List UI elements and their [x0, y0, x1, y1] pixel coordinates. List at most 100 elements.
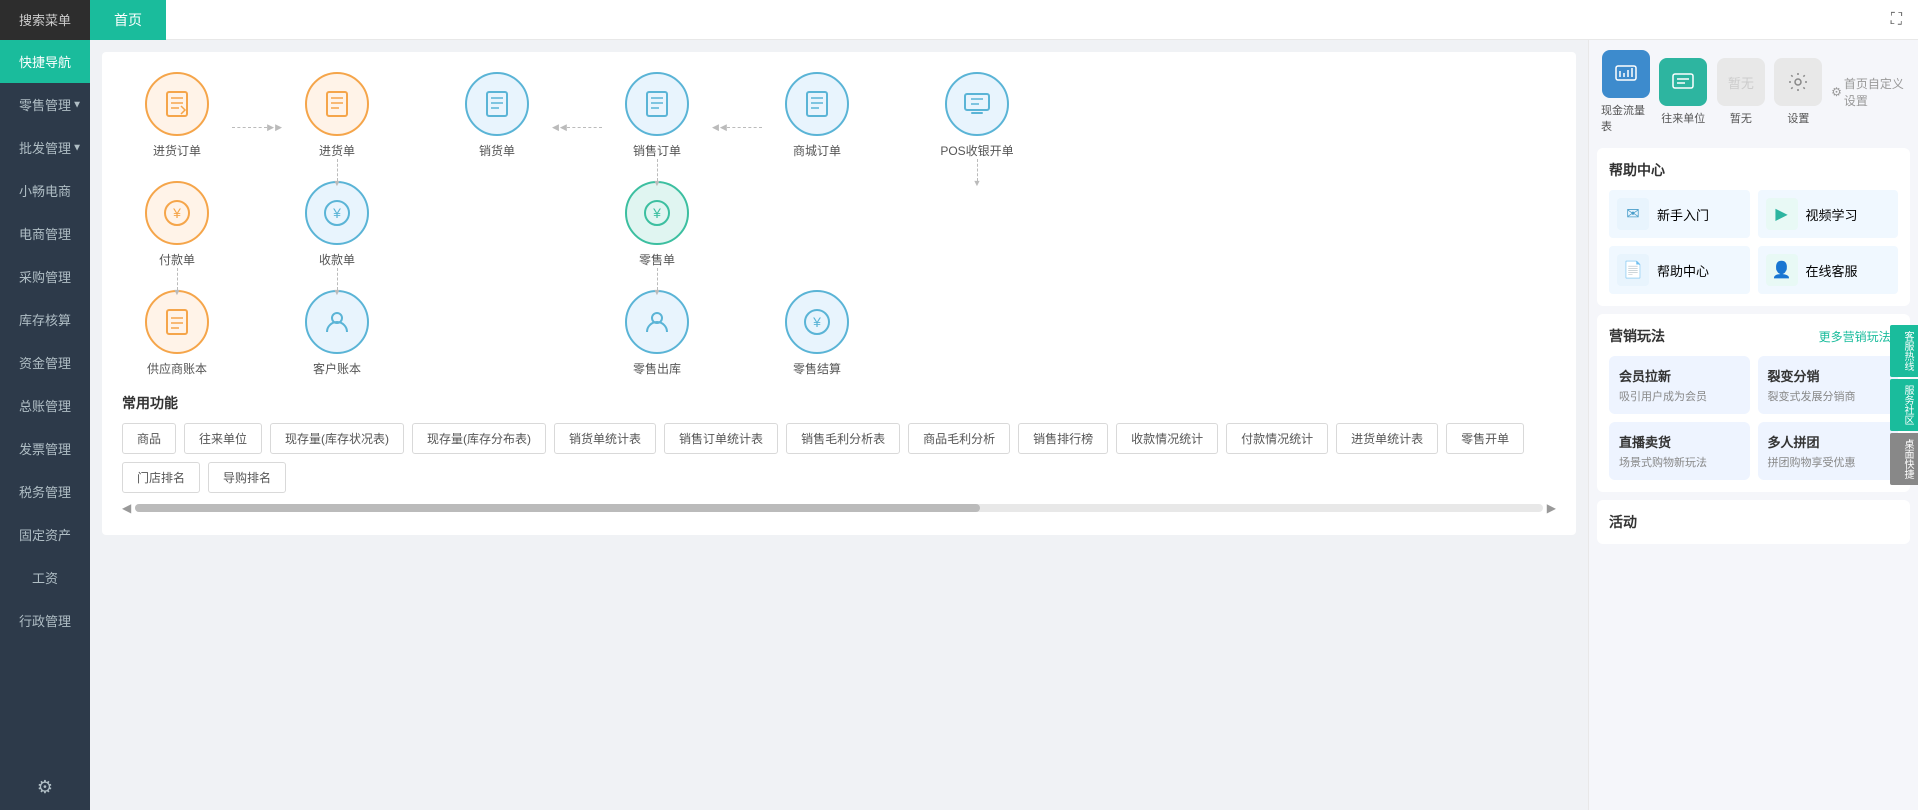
empty-icon: 暂无 [1717, 58, 1765, 106]
sidebar-item-retail[interactable]: 零售管理 ▼ [0, 83, 90, 126]
flow-node-pos[interactable]: POS收银开单 [922, 72, 1032, 159]
func-btn-goods-profit[interactable]: 商品毛利分析 [908, 423, 1010, 454]
settings-right-label: 设置 [1787, 110, 1809, 126]
func-btn-partners[interactable]: 往来单位 [184, 423, 262, 454]
func-btn-goods[interactable]: 商品 [122, 423, 176, 454]
right-icon-cashflow[interactable]: 现金流量表 [1601, 50, 1651, 134]
flow-node-purchase-order[interactable]: 进货订单 [122, 72, 232, 159]
flow-node-supplier-book[interactable]: 供应商账本 [122, 290, 232, 377]
flow-node-purchase[interactable]: 进货单 [282, 72, 392, 159]
marketing-group-title: 多人拼团 [1768, 432, 1889, 451]
flow-node-payment[interactable]: ¥ 付款单 [122, 181, 232, 268]
more-marketing-link[interactable]: 更多营销玩法 › [1819, 328, 1898, 345]
func-btn-sales-stat[interactable]: 销货单统计表 [554, 423, 656, 454]
fullscreen-icon[interactable]: ⛶ [1891, 11, 1902, 29]
func-btn-guide-rank[interactable]: 导购排名 [208, 462, 286, 493]
sidebar-item-payroll[interactable]: 工资 [0, 556, 90, 599]
settings-icon[interactable]: ⚙ [37, 777, 53, 798]
search-menu-button[interactable]: 搜索菜单 [0, 0, 90, 40]
func-btn-purchase-stat[interactable]: 进货单统计表 [1336, 423, 1438, 454]
sidebar-item-label: 总账管理 [19, 396, 71, 415]
flow-node-retail-out[interactable]: 零售出库 [602, 290, 712, 377]
gear-small-icon: ⚙ [1831, 85, 1842, 99]
arrow-2: ◀ [552, 122, 602, 159]
sidebar-bottom: ⚙ [0, 765, 90, 810]
mall-order-label: 商城订单 [793, 142, 841, 159]
help-item-video[interactable]: ▶ 视频学习 [1758, 190, 1899, 238]
func-btn-retail-order[interactable]: 零售开单 [1446, 423, 1524, 454]
sidebar-item-wholesale[interactable]: 批发管理 ▼ [0, 126, 90, 169]
func-btn-sales-profit[interactable]: 销售毛利分析表 [786, 423, 900, 454]
service-label: 在线客服 [1806, 261, 1858, 280]
sidebar-item-ledger[interactable]: 总账管理 [0, 384, 90, 427]
marketing-item-fission[interactable]: 裂变分销 裂变式发展分销商 [1758, 356, 1899, 414]
sidebar-item-label: 固定资产 [19, 525, 71, 544]
sidebar-item-inventory[interactable]: 库存核算 [0, 298, 90, 341]
chevron-down-icon: ▼ [72, 99, 82, 110]
customize-text: 首页自定义设置 [1844, 75, 1906, 109]
marketing-member-title: 会员拉新 [1619, 366, 1740, 385]
marketing-item-group[interactable]: 多人拼团 拼团购物享受优惠 [1758, 422, 1899, 480]
right-icon-settings[interactable]: 设置 [1774, 58, 1824, 126]
flow-node-sales-order[interactable]: 销售订单 [602, 72, 712, 159]
supplier-book-label: 供应商账本 [147, 360, 207, 377]
quick-nav-card: 进货订单 ▶ 进货单 [102, 52, 1576, 535]
marketing-header: 营销玩法 更多营销玩法 › [1609, 326, 1898, 346]
func-btn-receipt-stat[interactable]: 收款情况统计 [1116, 423, 1218, 454]
sales-icon [465, 72, 529, 136]
marketing-fission-title: 裂变分销 [1768, 366, 1889, 385]
func-btn-store-rank[interactable]: 门店排名 [122, 462, 200, 493]
sidebar-item-ecom[interactable]: 小畅电商 [0, 169, 90, 212]
sidebar-item-invoice[interactable]: 发票管理 [0, 427, 90, 470]
sidebar-item-finance[interactable]: 资金管理 [0, 341, 90, 384]
marketing-live-desc: 场景式购物新玩法 [1619, 454, 1740, 470]
sidebar-item-admin[interactable]: 行政管理 [0, 599, 90, 642]
sidebar-item-label: 工资 [32, 568, 58, 587]
sidebar-item-purchase[interactable]: 采购管理 [0, 255, 90, 298]
sidebar-item-quicknav[interactable]: 快捷导航 [0, 40, 90, 83]
flow-node-customer-book[interactable]: 客户账本 [282, 290, 392, 377]
flow-node-retail-order[interactable]: ¥ 零售单 [602, 181, 712, 268]
help-item-helpcenter[interactable]: 📄 帮助中心 [1609, 246, 1750, 294]
video-label: 视频学习 [1806, 205, 1858, 224]
scroll-left-arrow[interactable]: ◀ [122, 501, 131, 515]
func-btn-sales-order-stat[interactable]: 销售订单统计表 [664, 423, 778, 454]
help-item-beginner[interactable]: ✉ 新手入门 [1609, 190, 1750, 238]
content-area: 进货订单 ▶ 进货单 [90, 40, 1918, 810]
marketing-item-live[interactable]: 直播卖货 场景式购物新玩法 [1609, 422, 1750, 480]
retail-out-label: 零售出库 [633, 360, 681, 377]
right-icon-partners[interactable]: 往来单位 [1659, 58, 1709, 126]
receipt-icon: ¥ [305, 181, 369, 245]
flow-node-retail-settle[interactable]: ¥ 零售结算 [762, 290, 872, 377]
func-btn-sales-rank[interactable]: 销售排行榜 [1018, 423, 1108, 454]
right-icon-empty: 暂无 暂无 [1716, 58, 1766, 126]
help-item-service[interactable]: 👤 在线客服 [1758, 246, 1899, 294]
float-btn-desktop[interactable]: 桌面快捷 [1890, 433, 1918, 485]
scroll-right-arrow[interactable]: ▶ [1547, 501, 1556, 515]
video-icon: ▶ [1766, 198, 1798, 230]
sidebar-item-assets[interactable]: 固定资产 [0, 513, 90, 556]
flow-node-receipt[interactable]: ¥ 收款单 [282, 181, 392, 268]
scroll-bar-row: ◀ ▶ [122, 501, 1556, 515]
flow-node-sales[interactable]: 销货单 [442, 72, 552, 159]
sidebar-item-label: 发票管理 [19, 439, 71, 458]
float-btn-service[interactable]: 客服热线 [1890, 325, 1918, 377]
sidebar-item-label: 采购管理 [19, 267, 71, 286]
marketing-group-desc: 拼团购物享受优惠 [1768, 454, 1889, 470]
purchase-order-icon [145, 72, 209, 136]
func-btn-stock-dist[interactable]: 现存量(库存分布表) [412, 423, 546, 454]
sidebar-item-ecom-mgmt[interactable]: 电商管理 [0, 212, 90, 255]
flow-node-mall-order[interactable]: 商城订单 [762, 72, 872, 159]
float-btn-community[interactable]: 服务社区 [1890, 379, 1918, 431]
func-btn-stock-status[interactable]: 现存量(库存状况表) [270, 423, 404, 454]
home-tab[interactable]: 首页 [90, 0, 166, 40]
svg-text:¥: ¥ [332, 205, 341, 221]
payment-label: 付款单 [159, 251, 195, 268]
scroll-track[interactable] [135, 504, 1543, 512]
sidebar-item-tax[interactable]: 税务管理 [0, 470, 90, 513]
customize-link[interactable]: ⚙ 首页自定义设置 [1831, 75, 1906, 109]
function-buttons-grid: 商品 往来单位 现存量(库存状况表) 现存量(库存分布表) 销货单统计表 销售订… [122, 423, 1556, 493]
marketing-item-member[interactable]: 会员拉新 吸引用户成为会员 [1609, 356, 1750, 414]
partners-icon [1659, 58, 1707, 106]
func-btn-payment-stat[interactable]: 付款情况统计 [1226, 423, 1328, 454]
